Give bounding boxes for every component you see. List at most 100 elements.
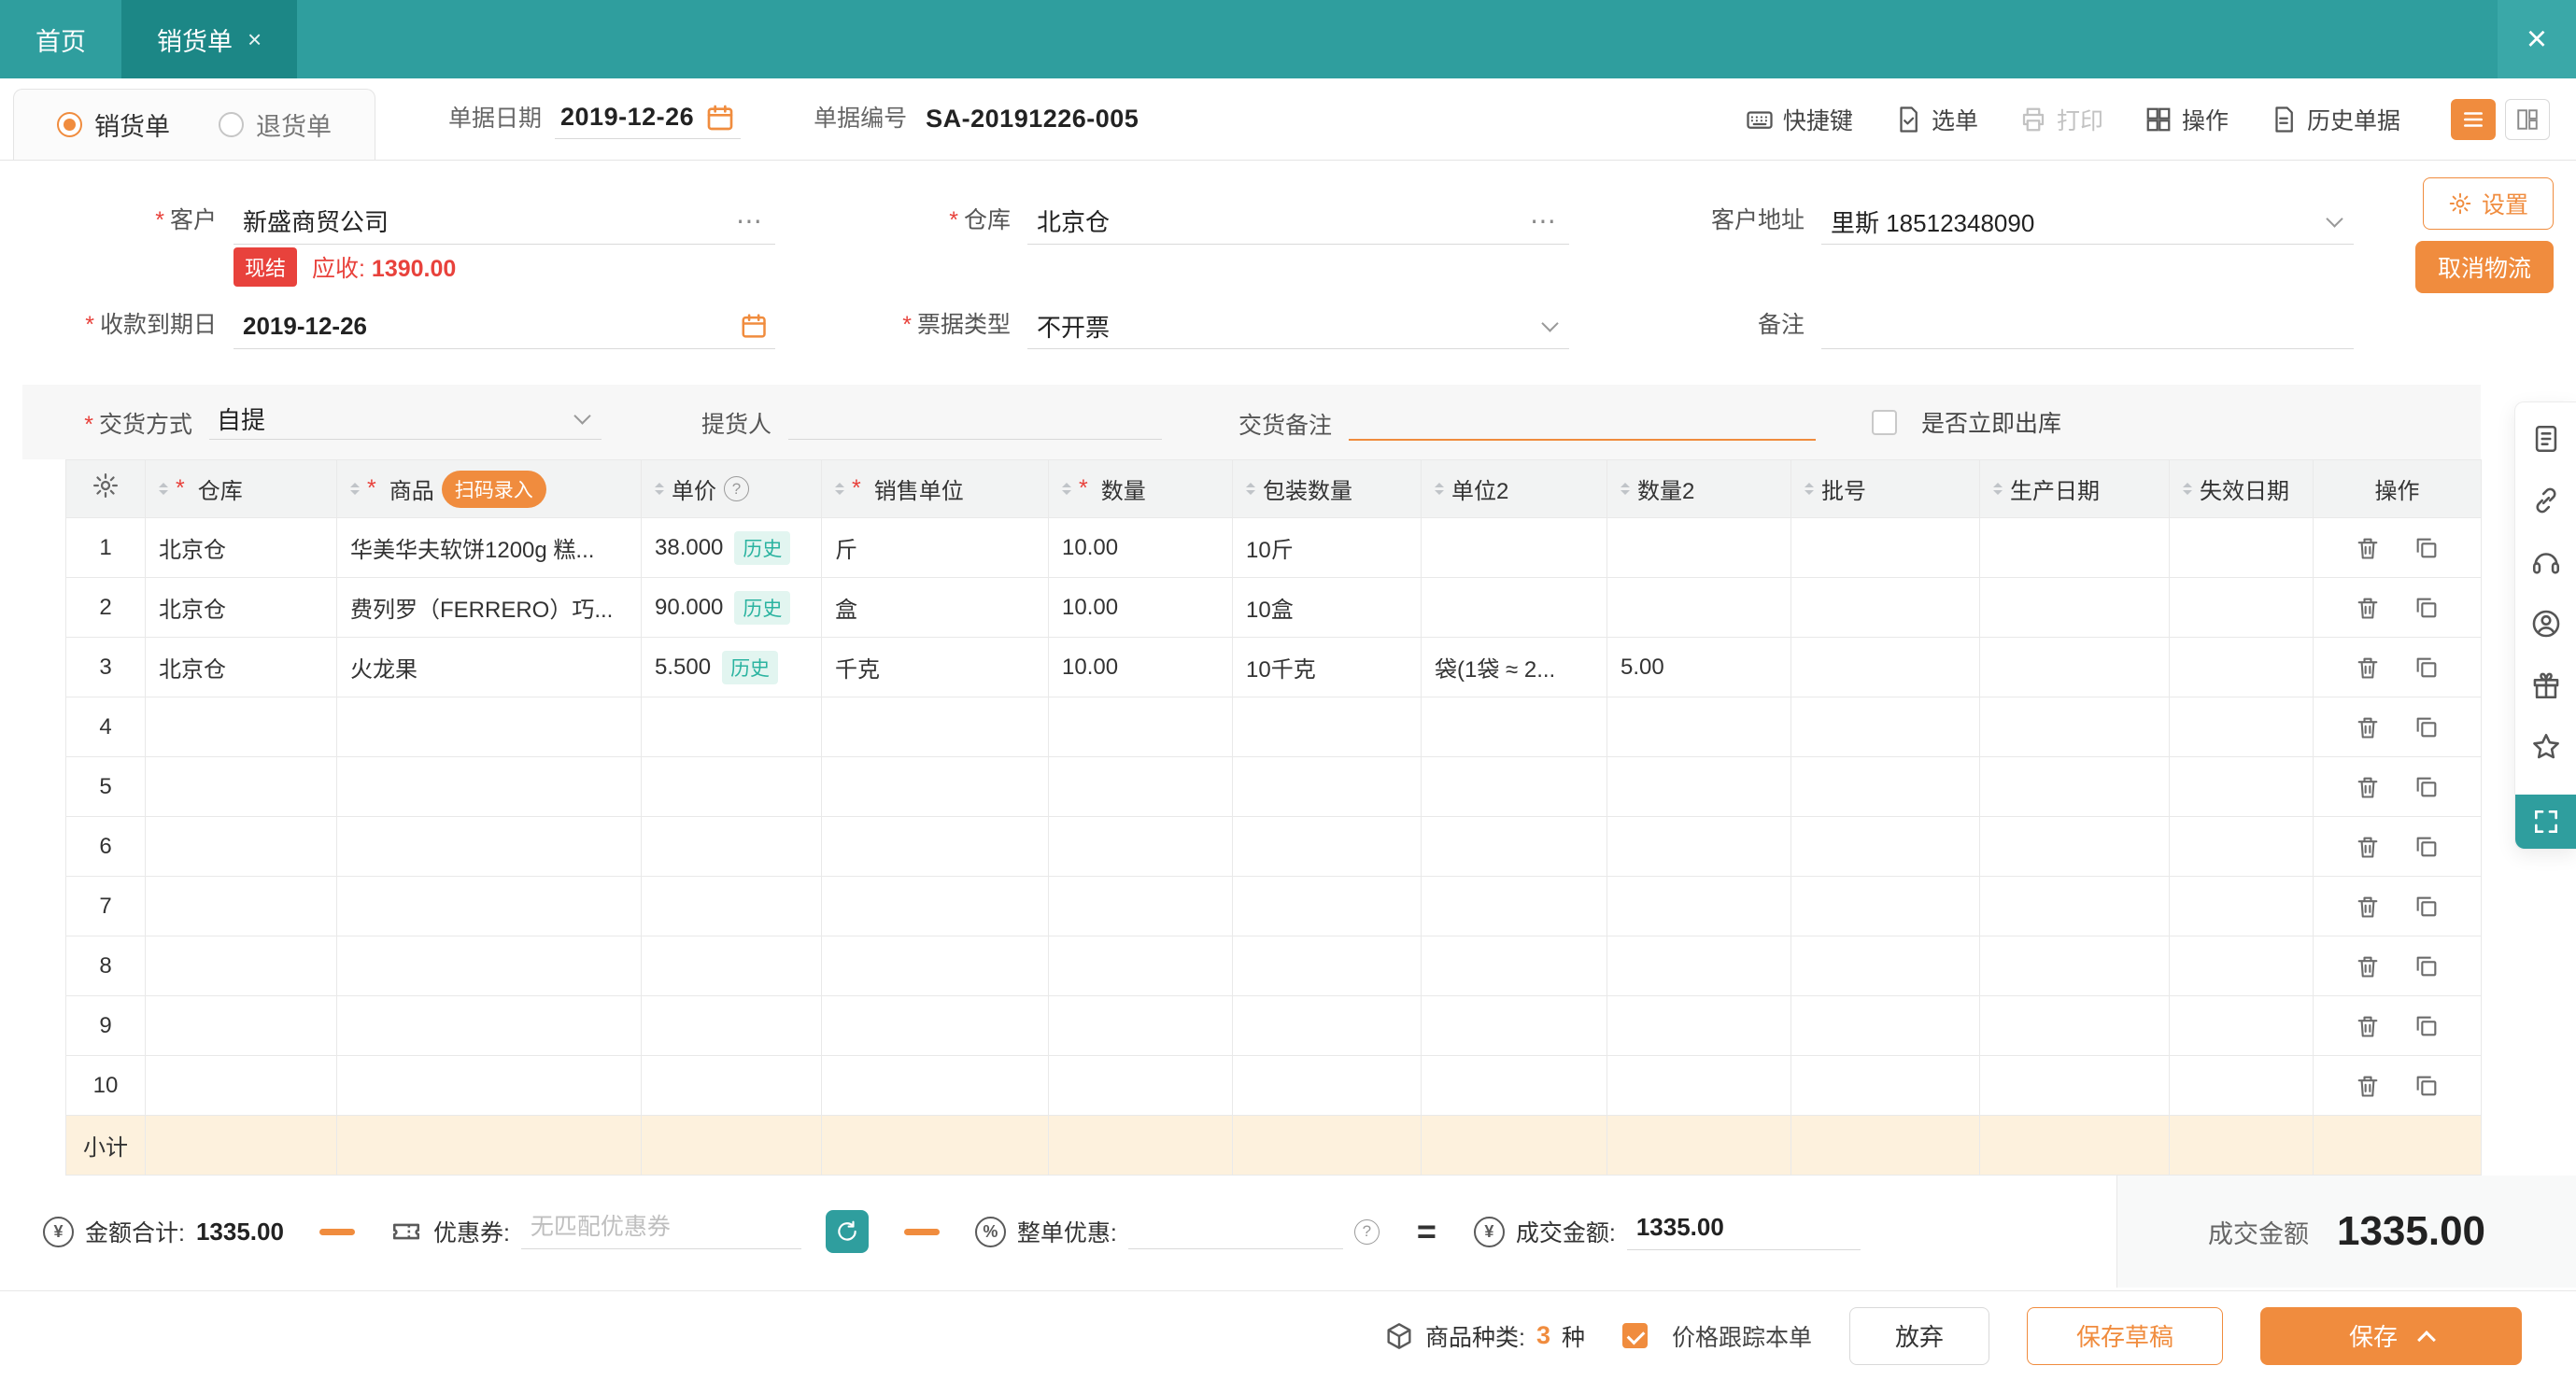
- cell-batch[interactable]: [1790, 517, 1980, 578]
- cell-qty[interactable]: [1048, 876, 1233, 936]
- cell-price[interactable]: 90.000 历史: [641, 577, 822, 638]
- cell-unit[interactable]: [821, 995, 1049, 1056]
- column-header-单位2[interactable]: 单位2: [1421, 459, 1607, 518]
- cell-prod-date[interactable]: [1979, 697, 2170, 757]
- cell-pack-qty[interactable]: [1232, 936, 1422, 996]
- abandon-button[interactable]: 放弃: [1849, 1306, 1989, 1365]
- copy-row-icon[interactable]: [2413, 535, 2440, 561]
- cell-qty2[interactable]: [1606, 697, 1791, 757]
- save-draft-button[interactable]: 保存草稿: [2027, 1306, 2223, 1365]
- star-icon[interactable]: [2530, 731, 2562, 763]
- invoice-type-select[interactable]: [1037, 312, 1544, 341]
- cell-prod-date[interactable]: [1979, 816, 2170, 877]
- cell-price[interactable]: 5.500 历史: [641, 637, 822, 697]
- cell-product[interactable]: [336, 876, 642, 936]
- cell-exp-date[interactable]: [2169, 816, 2314, 877]
- scan-entry-badge[interactable]: 扫码录入: [441, 470, 546, 508]
- cell-price[interactable]: [641, 816, 822, 877]
- cell-pack-qty[interactable]: [1232, 876, 1422, 936]
- cell-unit2[interactable]: [1421, 876, 1607, 936]
- price-history-badge[interactable]: 历史: [722, 650, 779, 684]
- doc-date-value[interactable]: 2019-12-26: [560, 103, 694, 132]
- order-discount-input[interactable]: [1137, 1214, 1334, 1241]
- cell-qty[interactable]: [1048, 995, 1233, 1056]
- cell-warehouse[interactable]: [145, 876, 337, 936]
- cell-prod-date[interactable]: [1979, 936, 2170, 996]
- tab-sales-order[interactable]: 销货单 ×: [121, 0, 298, 78]
- delete-row-icon[interactable]: [2355, 1013, 2381, 1039]
- sort-icon[interactable]: [1062, 478, 1071, 500]
- remark-input[interactable]: [1831, 312, 2346, 341]
- cell-exp-date[interactable]: [2169, 936, 2314, 996]
- cell-warehouse[interactable]: [145, 936, 337, 996]
- delete-row-icon[interactable]: [2355, 953, 2381, 979]
- sort-icon[interactable]: [1621, 478, 1630, 500]
- cell-price[interactable]: [641, 936, 822, 996]
- cell-unit[interactable]: 千克: [821, 637, 1049, 697]
- copy-row-icon[interactable]: [2413, 774, 2440, 800]
- cell-batch[interactable]: [1790, 637, 1980, 697]
- cancel-logistics-button[interactable]: 取消物流: [2414, 241, 2554, 293]
- cell-prod-date[interactable]: [1979, 756, 2170, 817]
- due-date-input[interactable]: [243, 311, 740, 341]
- calendar-icon[interactable]: [705, 103, 735, 133]
- column-header-商品[interactable]: * 商品 扫码录入: [336, 459, 642, 518]
- cell-price[interactable]: [641, 876, 822, 936]
- cell-prod-date[interactable]: [1979, 637, 2170, 697]
- cell-unit2[interactable]: [1421, 517, 1607, 578]
- cell-batch[interactable]: [1790, 936, 1980, 996]
- toolbar-action-选单[interactable]: 选单: [1894, 103, 1978, 136]
- cell-batch[interactable]: [1790, 995, 1980, 1056]
- sort-icon[interactable]: [1805, 478, 1814, 500]
- cell-qty[interactable]: [1048, 756, 1233, 817]
- chevron-down-icon[interactable]: [2326, 210, 2343, 228]
- cell-pack-qty[interactable]: 10千克: [1232, 637, 1422, 697]
- copy-row-icon[interactable]: [2413, 894, 2440, 920]
- cell-pack-qty[interactable]: [1232, 1055, 1422, 1116]
- column-header-失效日期[interactable]: 失效日期: [2169, 459, 2314, 518]
- column-header-数量2[interactable]: 数量2: [1606, 459, 1791, 518]
- toolbar-action-快捷键[interactable]: 快捷键: [1746, 103, 1853, 136]
- cell-product[interactable]: [336, 1055, 642, 1116]
- tab-home[interactable]: 首页: [0, 0, 121, 78]
- cell-unit[interactable]: [821, 697, 1049, 757]
- cell-unit[interactable]: 盒: [821, 577, 1049, 638]
- cell-unit[interactable]: [821, 816, 1049, 877]
- immediate-out-checkbox[interactable]: [1872, 409, 1897, 435]
- cell-unit2[interactable]: 袋(1袋 ≈ 2...: [1421, 637, 1607, 697]
- cell-product[interactable]: [336, 697, 642, 757]
- cell-qty[interactable]: 10.00: [1048, 577, 1233, 638]
- cell-prod-date[interactable]: [1979, 876, 2170, 936]
- cell-prod-date[interactable]: [1979, 1055, 2170, 1116]
- sort-icon[interactable]: [655, 478, 664, 500]
- cell-qty2[interactable]: [1606, 517, 1791, 578]
- cell-unit2[interactable]: [1421, 995, 1607, 1056]
- cell-batch[interactable]: [1790, 876, 1980, 936]
- cell-warehouse[interactable]: 北京仓: [145, 637, 337, 697]
- delete-row-icon[interactable]: [2355, 535, 2381, 561]
- cell-qty2[interactable]: [1606, 756, 1791, 817]
- cell-product[interactable]: [336, 995, 642, 1056]
- cell-qty2[interactable]: [1606, 876, 1791, 936]
- cell-price[interactable]: [641, 995, 822, 1056]
- refresh-coupon-button[interactable]: [825, 1210, 869, 1253]
- cell-batch[interactable]: [1790, 697, 1980, 757]
- gear-icon[interactable]: [92, 472, 120, 500]
- cell-pack-qty[interactable]: [1232, 697, 1422, 757]
- user-icon[interactable]: [2530, 608, 2562, 640]
- delete-row-icon[interactable]: [2355, 894, 2381, 920]
- cell-unit[interactable]: [821, 936, 1049, 996]
- cell-exp-date[interactable]: [2169, 697, 2314, 757]
- cell-qty2[interactable]: [1606, 816, 1791, 877]
- cell-batch[interactable]: [1790, 756, 1980, 817]
- cell-warehouse[interactable]: 北京仓: [145, 577, 337, 638]
- cell-qty[interactable]: [1048, 816, 1233, 877]
- coupon-input[interactable]: [530, 1214, 792, 1241]
- radio-sales-order[interactable]: 销货单: [57, 106, 170, 143]
- cell-qty2[interactable]: 5.00: [1606, 637, 1791, 697]
- toolbar-action-打印[interactable]: 打印: [2019, 103, 2103, 136]
- delete-row-icon[interactable]: [2355, 655, 2381, 681]
- cell-unit2[interactable]: [1421, 756, 1607, 817]
- calendar-icon[interactable]: [740, 311, 768, 341]
- cell-unit2[interactable]: [1421, 697, 1607, 757]
